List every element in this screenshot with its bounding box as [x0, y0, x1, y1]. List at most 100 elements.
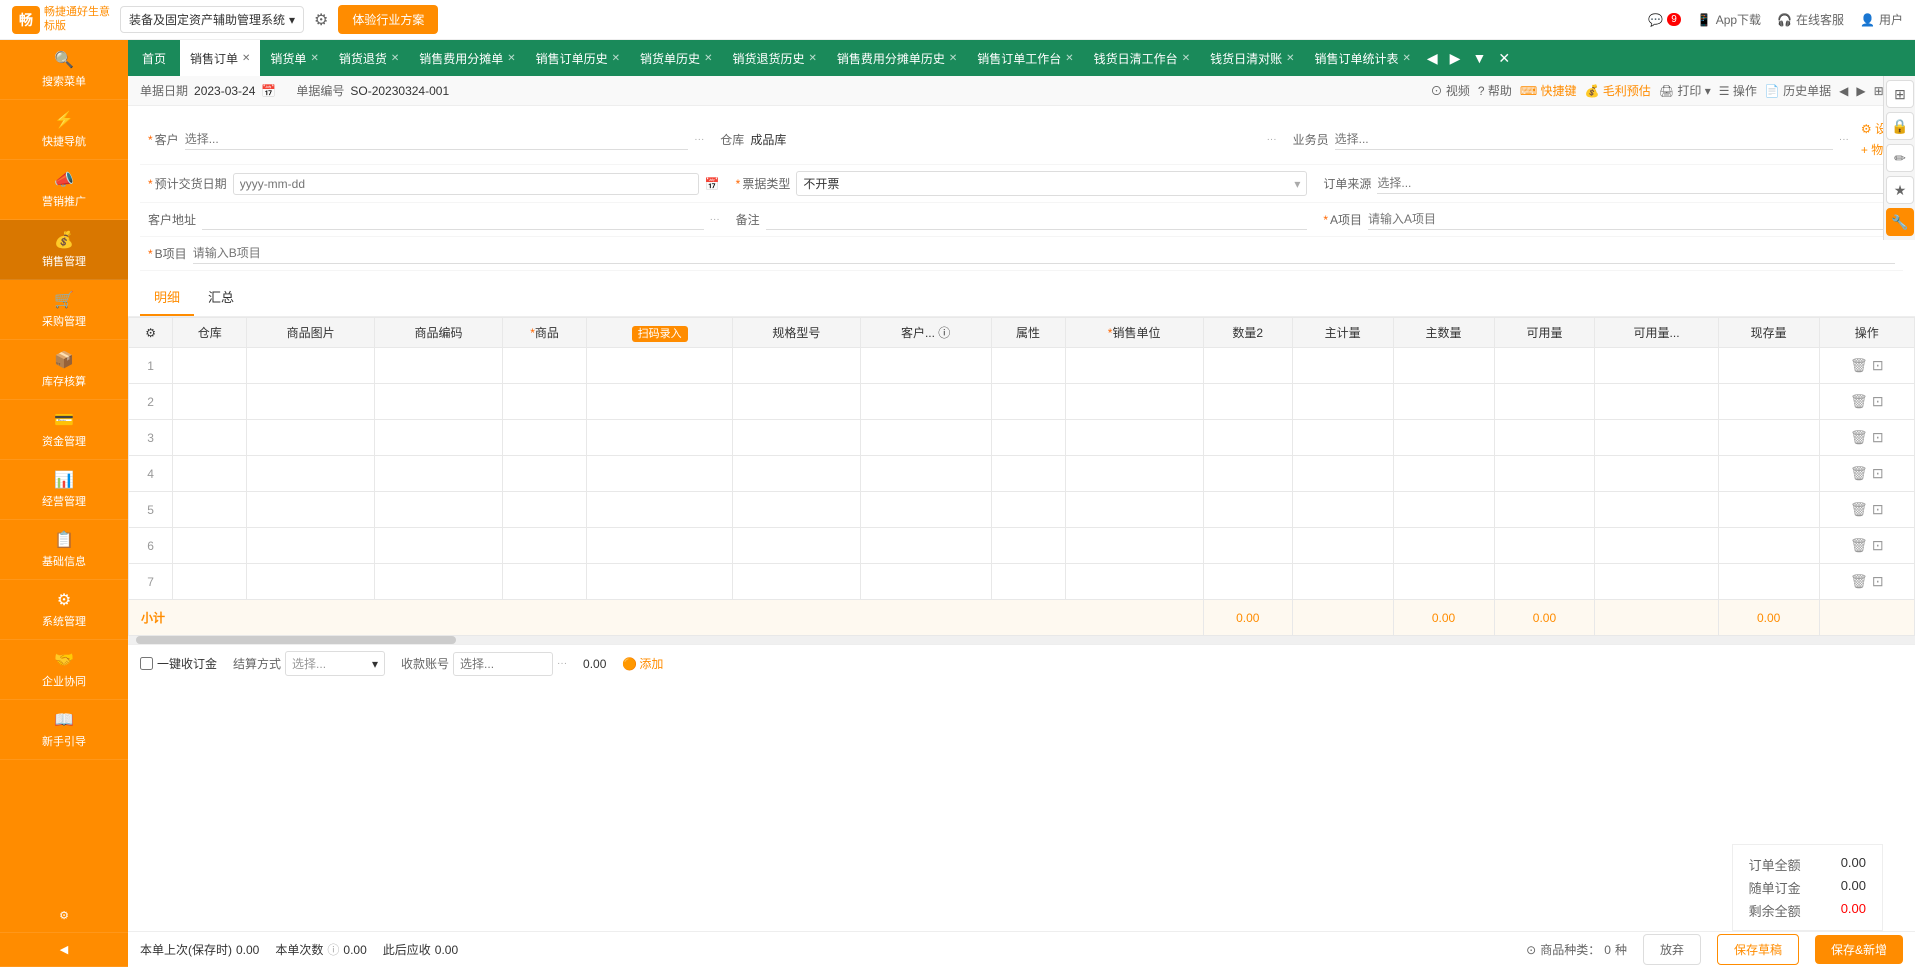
- row-unit-1[interactable]: [1065, 348, 1203, 384]
- profit-estimate-btn[interactable]: 💰 毛利预估: [1585, 82, 1651, 99]
- row-spec-5[interactable]: [732, 492, 860, 528]
- row-available-5[interactable]: [1494, 492, 1595, 528]
- row-attr-7[interactable]: [991, 564, 1065, 600]
- row-customer-code-3[interactable]: [860, 420, 991, 456]
- close-icon[interactable]: ✕: [949, 53, 957, 64]
- sidebar-item-sales[interactable]: 💰 销售管理: [0, 220, 128, 280]
- row-spec-7[interactable]: [732, 564, 860, 600]
- save-draft-button[interactable]: 保存草稿: [1717, 934, 1799, 965]
- tab-menu-btn[interactable]: ▼: [1466, 50, 1492, 66]
- delivery-calendar-icon[interactable]: 📅: [705, 177, 720, 191]
- row-main-unit-2[interactable]: [1292, 384, 1393, 420]
- sidebar-item-cooperation[interactable]: 🤝 企业协同: [0, 640, 128, 700]
- row-customer-code-6[interactable]: [860, 528, 991, 564]
- tab-sales-goods[interactable]: 销货单 ✕: [260, 40, 328, 76]
- row-qty2-4[interactable]: [1203, 456, 1292, 492]
- delete-icon[interactable]: 🗑: [1850, 429, 1868, 446]
- row-available-2[interactable]: [1494, 384, 1595, 420]
- warehouse-more-btn[interactable]: ···: [1267, 134, 1277, 145]
- row-available-7[interactable]: [1494, 564, 1595, 600]
- row-product-2[interactable]: [502, 384, 586, 420]
- row-available2-5[interactable]: [1595, 492, 1718, 528]
- row-image-2[interactable]: [247, 384, 375, 420]
- tab-cash-reconcile[interactable]: 钱货日清对账 ✕: [1200, 40, 1304, 76]
- solution-button[interactable]: 体验行业方案: [338, 5, 438, 34]
- row-main-unit-6[interactable]: [1292, 528, 1393, 564]
- sidebar-item-inventory[interactable]: 📦 库存核算: [0, 340, 128, 400]
- close-icon[interactable]: ✕: [242, 53, 250, 64]
- row-stock-6[interactable]: [1718, 528, 1819, 564]
- shortcut-btn[interactable]: ⌨ 快捷键: [1520, 82, 1577, 99]
- right-panel-tool-icon[interactable]: 🔧: [1886, 208, 1914, 236]
- row-available2-4[interactable]: [1595, 456, 1718, 492]
- row-attr-6[interactable]: [991, 528, 1065, 564]
- print-btn[interactable]: 🖨 打印 ▾: [1659, 82, 1711, 99]
- row-available-6[interactable]: [1494, 528, 1595, 564]
- customer-input[interactable]: [185, 129, 689, 150]
- row-warehouse-1[interactable]: [173, 348, 247, 384]
- tab-home[interactable]: 首页: [128, 40, 180, 76]
- sidebar-item-purchase[interactable]: 🛒 采购管理: [0, 280, 128, 340]
- row-image-3[interactable]: [247, 420, 375, 456]
- row-main-qty-3[interactable]: [1393, 420, 1494, 456]
- settings-icon[interactable]: ⚙: [314, 10, 328, 30]
- sidebar-item-basic[interactable]: 📋 基础信息: [0, 520, 128, 580]
- row-main-qty-2[interactable]: [1393, 384, 1494, 420]
- close-icon[interactable]: ✕: [507, 53, 515, 64]
- copy-icon[interactable]: ⊡: [1872, 357, 1884, 374]
- row-spec-2[interactable]: [732, 384, 860, 420]
- row-warehouse-3[interactable]: [173, 420, 247, 456]
- row-stock-1[interactable]: [1718, 348, 1819, 384]
- row-main-unit-1[interactable]: [1292, 348, 1393, 384]
- note-input[interactable]: [766, 209, 1308, 230]
- row-warehouse-6[interactable]: [173, 528, 247, 564]
- row-unit-5[interactable]: [1065, 492, 1203, 528]
- row-code-6[interactable]: [375, 528, 503, 564]
- row-available2-3[interactable]: [1595, 420, 1718, 456]
- tab-cash-workbench[interactable]: 钱货日清工作台 ✕: [1084, 40, 1200, 76]
- online-service[interactable]: 🎧 在线客服: [1777, 11, 1844, 28]
- row-customer-code-4[interactable]: [860, 456, 991, 492]
- row-qty2-6[interactable]: [1203, 528, 1292, 564]
- row-image-5[interactable]: [247, 492, 375, 528]
- row-image-4[interactable]: [247, 456, 375, 492]
- sidebar-item-system[interactable]: ⚙ 系统管理: [0, 580, 128, 640]
- row-main-qty-1[interactable]: [1393, 348, 1494, 384]
- row-warehouse-4[interactable]: [173, 456, 247, 492]
- row-main-qty-7[interactable]: [1393, 564, 1494, 600]
- app-download[interactable]: 📱 App下载: [1697, 11, 1761, 28]
- row-code-4[interactable]: [375, 456, 503, 492]
- account-more-btn[interactable]: ···: [557, 658, 567, 669]
- close-icon[interactable]: ✕: [1182, 53, 1190, 64]
- history-btn[interactable]: 📄 历史单据: [1765, 82, 1831, 99]
- close-icon[interactable]: ✕: [704, 53, 712, 64]
- delivery-input[interactable]: [233, 173, 699, 195]
- sidebar-collapse-btn[interactable]: ◀: [0, 933, 128, 967]
- staff-input[interactable]: [1335, 129, 1833, 150]
- row-unit-3[interactable]: [1065, 420, 1203, 456]
- operation-btn[interactable]: ☰ 操作: [1719, 82, 1757, 99]
- copy-icon[interactable]: ⊡: [1872, 537, 1884, 554]
- row-qty2-1[interactable]: [1203, 348, 1292, 384]
- address-more-btn[interactable]: ···: [710, 214, 720, 225]
- copy-icon[interactable]: ⊡: [1872, 429, 1884, 446]
- row-main-qty-5[interactable]: [1393, 492, 1494, 528]
- tab-sales-fee[interactable]: 销售费用分摊单 ✕: [409, 40, 525, 76]
- row-attr-5[interactable]: [991, 492, 1065, 528]
- right-panel-edit-icon[interactable]: ✏: [1886, 144, 1914, 172]
- row-stock-7[interactable]: [1718, 564, 1819, 600]
- copy-icon[interactable]: ⊡: [1872, 393, 1884, 410]
- row-image-1[interactable]: [247, 348, 375, 384]
- row-spec-6[interactable]: [732, 528, 860, 564]
- quick-settle-check[interactable]: [140, 657, 153, 670]
- order-source-input[interactable]: [1377, 173, 1883, 194]
- delete-icon[interactable]: 🗑: [1850, 393, 1868, 410]
- row-product-4[interactable]: [502, 456, 586, 492]
- sidebar-item-finance[interactable]: 💳 资金管理: [0, 400, 128, 460]
- row-available-3[interactable]: [1494, 420, 1595, 456]
- right-panel-star-icon[interactable]: ★: [1886, 176, 1914, 204]
- staff-more-btn[interactable]: ···: [1839, 134, 1849, 145]
- horizontal-scrollbar[interactable]: [128, 636, 1915, 644]
- row-unit-2[interactable]: [1065, 384, 1203, 420]
- row-image-7[interactable]: [247, 564, 375, 600]
